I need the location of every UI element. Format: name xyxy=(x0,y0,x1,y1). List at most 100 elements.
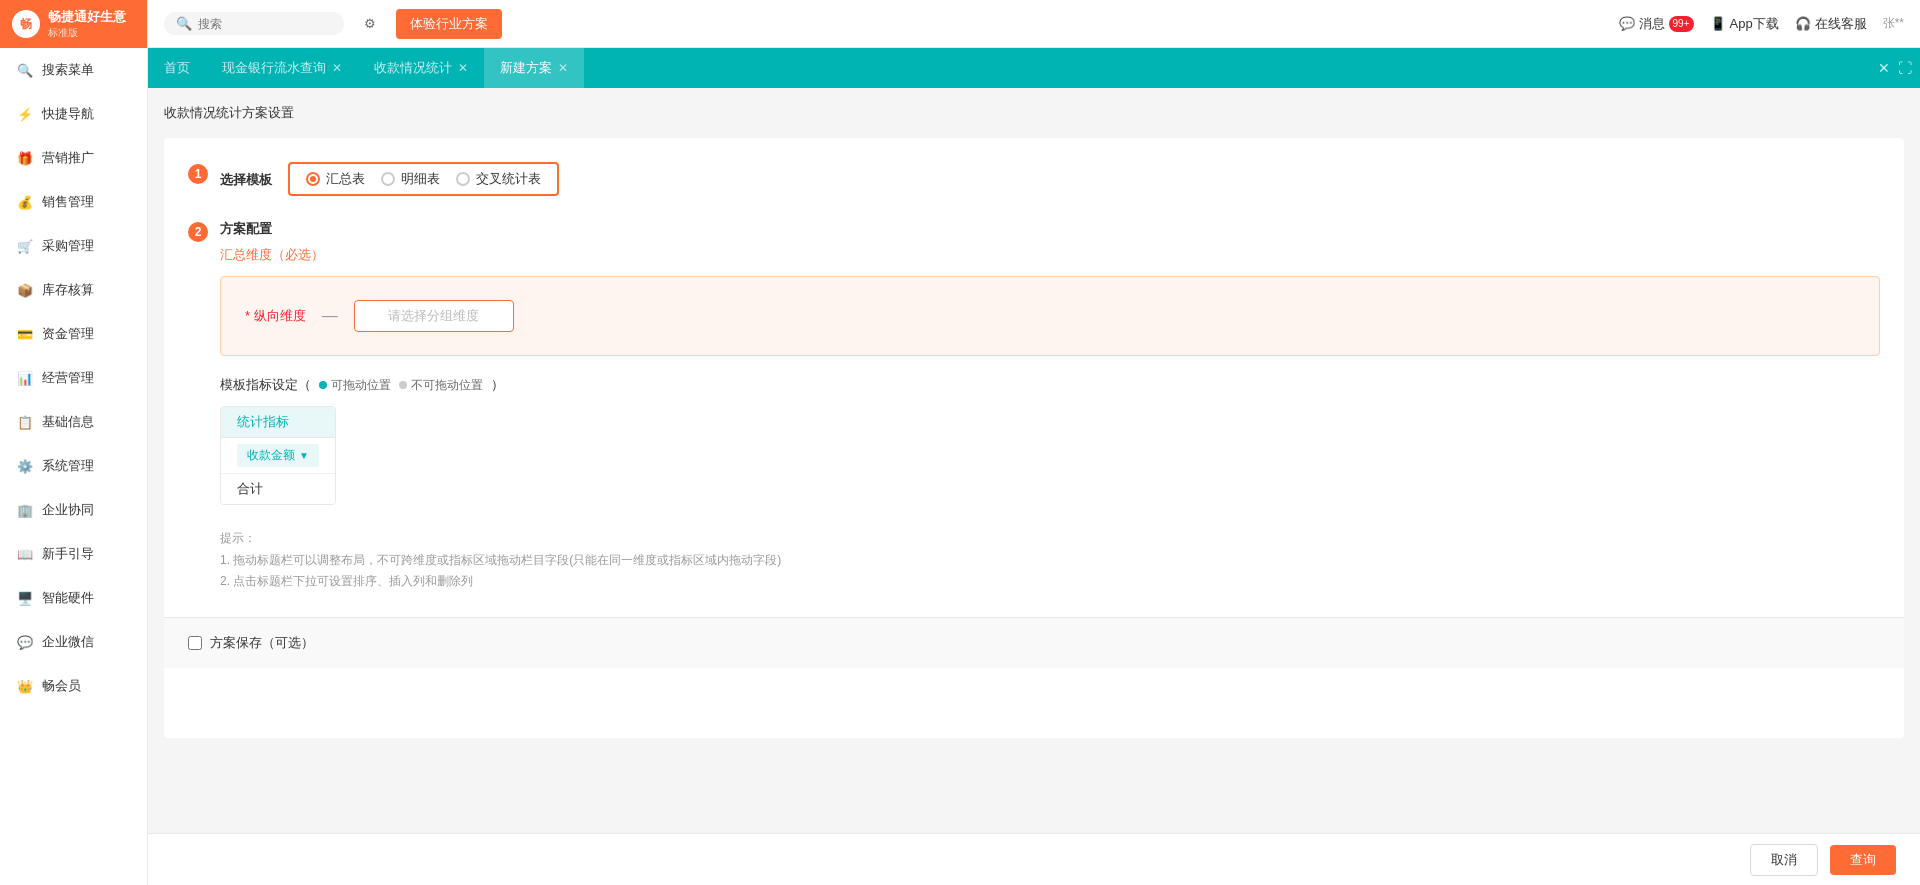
tab-cashflow-close[interactable]: ✕ xyxy=(332,61,342,75)
tip-1: 1. 拖动标题栏可以调整布局，不可跨维度或指标区域拖动栏目字段(只能在同一维度或… xyxy=(220,550,1880,572)
header-search-box[interactable]: 🔍 xyxy=(164,12,344,35)
sidebar-item-business[interactable]: 📊 经营管理 xyxy=(0,356,147,400)
service-label: 在线客服 xyxy=(1815,15,1867,33)
dimension-required-label: * 纵向维度 xyxy=(245,307,306,325)
fixed-label: 不可拖动位置 xyxy=(411,377,483,394)
tab-new-plan-close[interactable]: ✕ xyxy=(558,61,568,75)
dimension-row: * 纵向维度 — 请选择分组维度 xyxy=(245,300,514,332)
basic-icon: 📋 xyxy=(16,413,34,431)
fixed-toggle: 不可拖动位置 xyxy=(399,377,483,394)
sidebar-item-guide[interactable]: 📖 新手引导 xyxy=(0,532,147,576)
header-right: 💬 消息 99+ 📱 App下载 🎧 在线客服 张** xyxy=(1619,15,1904,33)
sidebar-item-purchase[interactable]: 🛒 采购管理 xyxy=(0,224,147,268)
cancel-button[interactable]: 取消 xyxy=(1750,844,1818,876)
tab-collection[interactable]: 收款情况统计 ✕ xyxy=(358,48,484,88)
sales-icon: 💰 xyxy=(16,193,34,211)
config-section: 汇总维度（必选） * 纵向维度 — 请选择分组维度 xyxy=(220,246,1880,593)
sidebar-item-sales[interactable]: 💰 销售管理 xyxy=(0,180,147,224)
config-card: 1 选择模板 汇总表 明细表 xyxy=(164,138,1904,738)
service-icon: 🎧 xyxy=(1795,16,1811,31)
radio-detail-circle[interactable] xyxy=(381,172,395,186)
plan-save-label: 方案保存（可选） xyxy=(210,634,314,652)
sidebar-item-label: 企业微信 xyxy=(42,633,94,651)
step2-number: 2 xyxy=(188,222,208,242)
indicator-toggle-row: 模板指标设定（ 可拖动位置 不可拖动位置 ） xyxy=(220,376,1880,394)
step1-label: 选择模板 xyxy=(220,171,272,189)
sidebar-item-label: 库存核算 xyxy=(42,281,94,299)
sidebar-item-system[interactable]: ⚙️ 系统管理 xyxy=(0,444,147,488)
radio-summary-circle[interactable] xyxy=(306,172,320,186)
step1-number: 1 xyxy=(188,164,208,184)
search-menu-icon: 🔍 xyxy=(16,61,34,79)
tab-collection-close[interactable]: ✕ xyxy=(458,61,468,75)
wechat-icon: 💬 xyxy=(16,633,34,651)
sidebar-item-finance[interactable]: 💳 资金管理 xyxy=(0,312,147,356)
logo-text: 畅捷通好生意 xyxy=(48,8,126,26)
expand-tabs-icon[interactable]: ⛶ xyxy=(1898,60,1912,76)
indicator-chevron-icon: ▼ xyxy=(299,450,309,461)
dimension-title-text: 汇总维度（必选） xyxy=(220,247,324,262)
sidebar-item-corp[interactable]: 🏢 企业协同 xyxy=(0,488,147,532)
inventory-icon: 📦 xyxy=(16,281,34,299)
query-button[interactable]: 查询 xyxy=(1830,845,1896,875)
sidebar-item-member[interactable]: 👑 畅会员 xyxy=(0,664,147,708)
plan-save-section: 方案保存（可选） xyxy=(164,617,1904,668)
tab-bar: 首页 现金银行流水查询 ✕ 收款情况统计 ✕ 新建方案 ✕ ✕ ⛶ xyxy=(148,48,1920,88)
notification-label: 消息 xyxy=(1639,15,1665,33)
indicator-subtotal-row: 合计 xyxy=(221,473,335,504)
sidebar-item-search[interactable]: 🔍 搜索菜单 xyxy=(0,48,147,92)
dimension-input[interactable]: 请选择分组维度 xyxy=(354,300,514,332)
sidebar-logo: 畅 畅捷通好生意 标准版 xyxy=(0,0,147,48)
radio-summary[interactable]: 汇总表 xyxy=(306,170,365,188)
sidebar-item-wechat[interactable]: 💬 企业微信 xyxy=(0,620,147,664)
sidebar-item-basic[interactable]: 📋 基础信息 xyxy=(0,400,147,444)
sidebar-item-label: 采购管理 xyxy=(42,237,94,255)
tab-home[interactable]: 首页 xyxy=(148,48,206,88)
indicator-title-end: ） xyxy=(491,376,504,394)
member-icon: 👑 xyxy=(16,677,34,695)
radio-cross[interactable]: 交叉统计表 xyxy=(456,170,541,188)
indicator-table-header: 统计指标 xyxy=(221,407,335,438)
sidebar-item-label: 新手引导 xyxy=(42,545,94,563)
trial-button[interactable]: 体验行业方案 xyxy=(396,9,502,39)
step1-section: 1 选择模板 汇总表 明细表 xyxy=(188,162,1880,196)
sidebar-item-label: 智能硬件 xyxy=(42,589,94,607)
download-button[interactable]: 📱 App下载 xyxy=(1710,15,1779,33)
notification-badge: 99+ xyxy=(1669,16,1694,32)
tabs-actions: ✕ ⛶ xyxy=(1870,48,1920,88)
indicator-title-text: 模板指标设定（ xyxy=(220,376,311,394)
corp-icon: 🏢 xyxy=(16,501,34,519)
plan-save-checkbox[interactable] xyxy=(188,636,202,650)
settings-icon[interactable]: ⚙ xyxy=(356,10,384,38)
hardware-icon: 🖥️ xyxy=(16,589,34,607)
sidebar-item-label: 快捷导航 xyxy=(42,105,94,123)
sidebar-item-label: 资金管理 xyxy=(42,325,94,343)
radio-detail[interactable]: 明细表 xyxy=(381,170,440,188)
close-all-tabs-icon[interactable]: ✕ xyxy=(1878,60,1890,76)
service-button[interactable]: 🎧 在线客服 xyxy=(1795,15,1867,33)
sidebar-item-label: 搜索菜单 xyxy=(42,61,94,79)
tab-new-plan-label: 新建方案 xyxy=(500,59,552,77)
dimension-arrow: — xyxy=(322,307,338,325)
sidebar-item-hardware[interactable]: 🖥️ 智能硬件 xyxy=(0,576,147,620)
indicator-tag-label: 收款金额 xyxy=(247,447,295,464)
radio-cross-circle[interactable] xyxy=(456,172,470,186)
sidebar-item-quick-nav[interactable]: ⚡ 快捷导航 xyxy=(0,92,147,136)
sidebar-item-label: 系统管理 xyxy=(42,457,94,475)
radio-summary-label: 汇总表 xyxy=(326,170,365,188)
download-icon: 📱 xyxy=(1710,16,1726,31)
movable-dot xyxy=(319,381,327,389)
search-input[interactable] xyxy=(198,17,318,31)
indicator-tag-amount[interactable]: 收款金额 ▼ xyxy=(237,444,319,467)
marketing-icon: 🎁 xyxy=(16,149,34,167)
notification-button[interactable]: 💬 消息 99+ xyxy=(1619,15,1694,33)
sidebar-item-marketing[interactable]: 🎁 营销推广 xyxy=(0,136,147,180)
sidebar-item-label: 销售管理 xyxy=(42,193,94,211)
quick-nav-icon: ⚡ xyxy=(16,105,34,123)
guide-icon: 📖 xyxy=(16,545,34,563)
finance-icon: 💳 xyxy=(16,325,34,343)
tab-cashflow[interactable]: 现金银行流水查询 ✕ xyxy=(206,48,358,88)
indicator-row-1[interactable]: 收款金额 ▼ xyxy=(221,438,335,473)
sidebar-item-inventory[interactable]: 📦 库存核算 xyxy=(0,268,147,312)
tab-new-plan[interactable]: 新建方案 ✕ xyxy=(484,48,584,88)
